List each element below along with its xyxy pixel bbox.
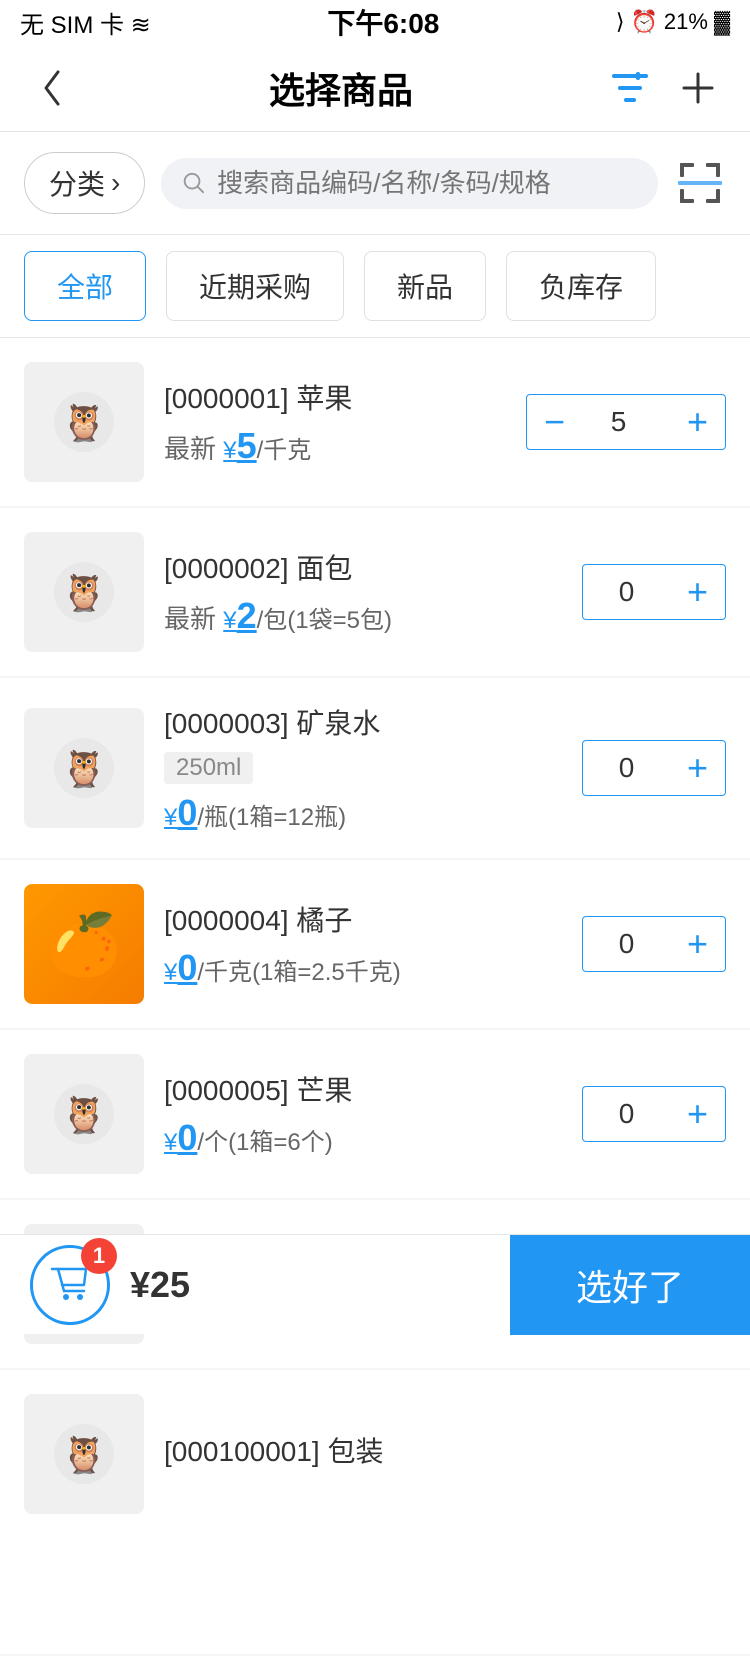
product-image-0000002: 🦉 [24, 532, 144, 652]
product-info-0000001: [0000001] 苹果 最新 ¥5/千克 [164, 377, 506, 467]
product-image-0000003: 🦉 [24, 708, 144, 828]
tab-recent[interactable]: 近期采购 [166, 251, 344, 321]
owl-icon: 🦉 [49, 1079, 119, 1149]
product-name: [0000002] 面包 [164, 547, 562, 587]
svg-text:🦉: 🦉 [62, 1094, 107, 1135]
qty-only-plus: 0 + [582, 564, 726, 620]
quantity-display: 0 [582, 740, 670, 796]
signal-text: 无 SIM 卡 ≋ [20, 5, 151, 40]
product-price: 最新 ¥5/千克 [164, 425, 506, 467]
product-info-0000004: [0000004] 橘子 ¥0/千克(1箱=2.5千克) [164, 899, 562, 989]
quantity-display: 0 [582, 564, 670, 620]
list-item: 🍊 [0000004] 橘子 ¥0/千克(1箱=2.5千克) 0 + [0, 860, 750, 1028]
nav-bar: 选择商品 [0, 44, 750, 132]
quantity-control-0000003: 0 + [582, 740, 726, 796]
category-label: 分类 [49, 163, 105, 203]
increase-button[interactable]: + [670, 916, 726, 972]
cart-badge: 1 [81, 1238, 117, 1274]
search-input-wrap [161, 158, 658, 209]
product-list: 🦉 [0000001] 苹果 最新 ¥5/千克 − + 🦉 [0, 338, 750, 1654]
search-input[interactable] [217, 168, 638, 199]
qty-only-plus: 0 + [582, 916, 726, 972]
product-info-0000002: [0000002] 面包 最新 ¥2/包(1袋=5包) [164, 547, 562, 637]
owl-icon: 🦉 [49, 557, 119, 627]
product-image-0000004: 🍊 [24, 884, 144, 1004]
status-bar: 无 SIM 卡 ≋ 下午6:08 ⟩ ⏰ 21% ▓ [0, 0, 750, 44]
product-info-0000003: [0000003] 矿泉水 250ml ¥0/瓶(1箱=12瓶) [164, 702, 562, 834]
decrease-button[interactable]: − [526, 394, 582, 450]
product-name: [0000005] 芒果 [164, 1069, 562, 1109]
search-icon [181, 169, 207, 197]
quantity-control-0000005: 0 + [582, 1086, 726, 1142]
tab-all[interactable]: 全部 [24, 251, 146, 321]
location-icon: ⟩ [616, 9, 625, 35]
list-item: 🦉 [0000002] 面包 最新 ¥2/包(1袋=5包) 0 + [0, 508, 750, 676]
quantity-control-0000002: 0 + [582, 564, 726, 620]
chevron-right-icon: › [111, 167, 120, 199]
product-price: ¥0/瓶(1箱=12瓶) [164, 792, 562, 834]
increase-button[interactable]: + [670, 564, 726, 620]
quantity-control-0000001: − + [526, 394, 726, 450]
tab-negative[interactable]: 负库存 [506, 251, 656, 321]
owl-icon: 🦉 [49, 1419, 119, 1489]
scan-button[interactable] [674, 157, 726, 209]
filter-row: 分类 › [0, 132, 750, 235]
list-item: 🦉 [0000001] 苹果 最新 ¥5/千克 − + [0, 338, 750, 506]
product-name: [000100001] 包装 [164, 1430, 726, 1470]
quantity-display: 0 [582, 1086, 670, 1142]
increase-button[interactable]: + [670, 394, 726, 450]
product-spec: 250ml [164, 752, 253, 784]
add-icon-button[interactable] [676, 66, 720, 110]
status-time: 下午6:08 [327, 2, 439, 42]
status-right: ⟩ ⏰ 21% ▓ [616, 9, 730, 35]
increase-button[interactable]: + [670, 1086, 726, 1142]
status-left: 无 SIM 卡 ≋ [20, 5, 151, 40]
list-item: 🦉 [0000003] 矿泉水 250ml ¥0/瓶(1箱=12瓶) 0 + [0, 678, 750, 858]
alarm-icon: ⏰ [630, 9, 657, 35]
back-button[interactable] [30, 66, 74, 110]
owl-icon: 🦉 [49, 387, 119, 457]
battery-icon: ▓ [714, 9, 730, 35]
quantity-input[interactable] [582, 394, 670, 450]
cart-button[interactable]: 1 [30, 1245, 110, 1325]
product-image-0000001: 🦉 [24, 362, 144, 482]
qty-only-plus: 0 + [582, 1086, 726, 1142]
confirm-button[interactable]: 选好了 [510, 1235, 750, 1335]
qty-only-plus: 0 + [582, 740, 726, 796]
svg-text:🦉: 🦉 [62, 748, 107, 789]
list-item: 🦉 [0000005] 芒果 ¥0/个(1箱=6个) 0 + [0, 1030, 750, 1198]
product-price: 最新 ¥2/包(1袋=5包) [164, 595, 562, 637]
svg-text:🦉: 🦉 [62, 1434, 107, 1475]
tab-row: 全部 近期采购 新品 负库存 [0, 235, 750, 338]
product-price: ¥0/千克(1箱=2.5千克) [164, 947, 562, 989]
product-name: [0000004] 橘子 [164, 899, 562, 939]
cart-total: ¥25 [130, 1264, 190, 1306]
page-title: 选择商品 [269, 62, 413, 114]
owl-icon: 🦉 [49, 733, 119, 803]
category-button[interactable]: 分类 › [24, 152, 145, 214]
filter-icon-button[interactable] [608, 66, 652, 110]
quantity-control-0000004: 0 + [582, 916, 726, 972]
bottom-bar: 1 ¥25 选好了 [0, 1234, 750, 1334]
product-image-0000005: 🦉 [24, 1054, 144, 1174]
product-image-000100001: 🦉 [24, 1394, 144, 1514]
svg-text:🦉: 🦉 [62, 402, 107, 443]
tab-new[interactable]: 新品 [364, 251, 486, 321]
nav-icons [608, 66, 720, 110]
increase-button[interactable]: + [670, 740, 726, 796]
battery-text: 21% [664, 9, 708, 35]
product-info-0000005: [0000005] 芒果 ¥0/个(1箱=6个) [164, 1069, 562, 1159]
orange-image: 🍊 [24, 884, 144, 1004]
product-name: [0000003] 矿泉水 [164, 702, 562, 742]
cart-section: 1 ¥25 [0, 1245, 510, 1325]
cart-icon [50, 1267, 90, 1303]
svg-text:🦉: 🦉 [62, 572, 107, 613]
product-name: [0000001] 苹果 [164, 377, 506, 417]
quantity-display: 0 [582, 916, 670, 972]
product-price: ¥0/个(1箱=6个) [164, 1117, 562, 1159]
product-info-000100001: [000100001] 包装 [164, 1430, 726, 1478]
list-item: 🦉 [000100001] 包装 [0, 1370, 750, 1654]
